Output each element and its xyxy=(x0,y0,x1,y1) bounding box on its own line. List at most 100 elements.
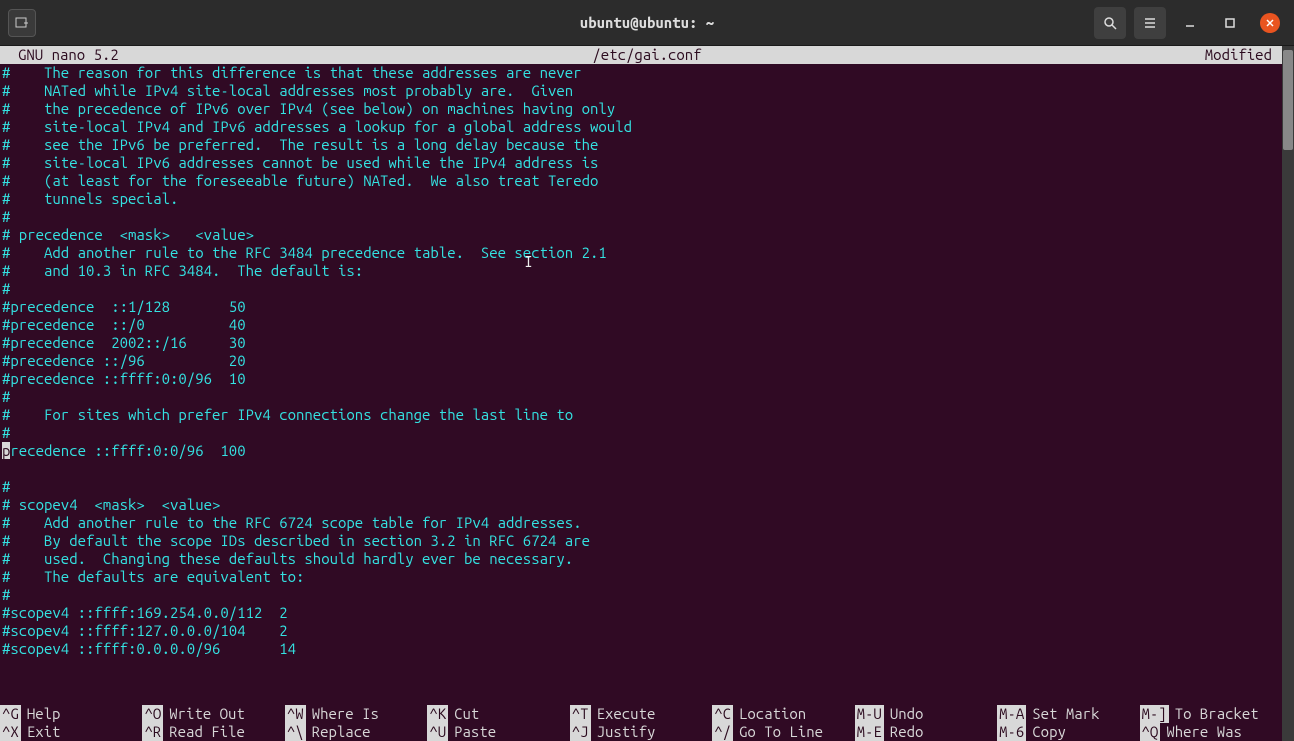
shortcut-key: ^\ xyxy=(285,723,306,741)
minimize-icon xyxy=(1184,17,1196,29)
shortcut-key: ^G xyxy=(0,705,21,723)
shortcut-label: Undo xyxy=(890,705,924,723)
shortcut-label: Redo xyxy=(890,723,924,741)
shortcut-key: ^/ xyxy=(712,723,733,741)
shortcut-item: M-E Redo xyxy=(855,723,997,741)
window-title: ubuntu@ubuntu: ~ xyxy=(580,14,714,31)
shortcut-label: Exit xyxy=(27,723,61,741)
nano-shortcuts: ^G Help ^O Write Out ^WWhere Is^K Cut ^TExecut… xyxy=(0,705,1282,741)
shortcut-item: ^U Paste xyxy=(427,723,569,741)
maximize-icon xyxy=(1224,17,1236,29)
shortcut-key: ^X xyxy=(0,723,21,741)
editor-line: # the precedence of IPv6 over IPv4 (see … xyxy=(0,100,1294,118)
shortcut-item: M-]To Bracket xyxy=(1140,705,1282,723)
new-tab-button[interactable] xyxy=(8,9,36,37)
editor-line: # Add another rule to the RFC 3484 prece… xyxy=(0,244,1294,262)
nano-status: Modified xyxy=(867,46,1294,64)
shortcut-item: ^/ Go To Line xyxy=(712,723,854,741)
scrollbar[interactable] xyxy=(1282,46,1294,741)
editor-line: # used. Changing these defaults should h… xyxy=(0,550,1294,568)
shortcut-key: ^R xyxy=(142,723,163,741)
shortcut-key: M-U xyxy=(855,705,884,723)
shortcut-label: Write Out xyxy=(169,705,245,723)
new-tab-icon xyxy=(14,15,30,31)
editor-line: #precedence ::1/128 50 xyxy=(0,298,1294,316)
shortcut-item: M-A Set Mark xyxy=(997,705,1139,723)
titlebar: ubuntu@ubuntu: ~ xyxy=(0,0,1294,46)
shortcut-item: ^G Help xyxy=(0,705,142,723)
close-button[interactable] xyxy=(1260,13,1280,33)
nano-version: GNU nano 5.2 xyxy=(0,46,427,64)
scrollbar-thumb[interactable] xyxy=(1283,50,1293,150)
shortcut-key: ^O xyxy=(142,705,163,723)
shortcut-label: Read File xyxy=(169,723,245,741)
shortcut-item: M-6 Copy xyxy=(997,723,1139,741)
shortcut-label: Replace xyxy=(312,723,371,741)
editor-line: # Add another rule to the RFC 6724 scope… xyxy=(0,514,1294,532)
shortcut-key: ^U xyxy=(427,723,448,741)
nano-filename: /etc/gai.conf xyxy=(427,46,867,64)
shortcut-label: Set Mark xyxy=(1032,705,1099,723)
shortcut-label: Go To Line xyxy=(739,723,823,741)
shortcut-item: ^K Cut xyxy=(427,705,569,723)
editor-line: # scopev4 <mask> <value> xyxy=(0,496,1294,514)
shortcut-item: ^\ Replace xyxy=(285,723,427,741)
editor-content[interactable]: # The reason for this difference is that… xyxy=(0,64,1294,658)
editor-line: #scopev4 ::ffff:127.0.0.0/104 2 xyxy=(0,622,1294,640)
shortcut-item: ^Q Where Was xyxy=(1140,723,1282,741)
text-cursor-icon: I xyxy=(524,253,533,271)
minimize-button[interactable] xyxy=(1180,13,1200,33)
editor-line: # By default the scope IDs described in … xyxy=(0,532,1294,550)
search-button[interactable] xyxy=(1094,7,1126,39)
shortcut-item: ^X Exit xyxy=(0,723,142,741)
shortcut-key: ^K xyxy=(427,705,448,723)
editor-line: # tunnels special. xyxy=(0,190,1294,208)
nano-header: GNU nano 5.2 /etc/gai.conf Modified xyxy=(0,46,1294,64)
shortcut-label: Location xyxy=(739,705,806,723)
shortcut-label: Justify xyxy=(597,723,656,741)
editor-line: #precedence 2002::/16 30 xyxy=(0,334,1294,352)
editor-line: # The reason for this difference is that… xyxy=(0,64,1294,82)
editor-line: # xyxy=(0,586,1294,604)
shortcut-label: Paste xyxy=(454,723,496,741)
shortcut-key: M-6 xyxy=(997,723,1026,741)
shortcut-label: Execute xyxy=(597,705,656,723)
editor-line: # xyxy=(0,478,1294,496)
editor-line: #precedence ::ffff:0:0/96 10 xyxy=(0,370,1294,388)
editor-line: # xyxy=(0,208,1294,226)
shortcut-label: Help xyxy=(27,705,61,723)
shortcut-label: Copy xyxy=(1032,723,1066,741)
terminal-area[interactable]: GNU nano 5.2 /etc/gai.conf Modified # Th… xyxy=(0,46,1294,741)
editor-line: # (at least for the foreseeable future) … xyxy=(0,172,1294,190)
shortcut-item: ^TExecute xyxy=(570,705,712,723)
editor-line: # For sites which prefer IPv4 connection… xyxy=(0,406,1294,424)
editor-line: #scopev4 ::ffff:169.254.0.0/112 2 xyxy=(0,604,1294,622)
hamburger-icon xyxy=(1142,15,1158,31)
shortcut-item: ^JJustify xyxy=(570,723,712,741)
editor-line xyxy=(0,460,1294,478)
search-icon xyxy=(1102,15,1118,31)
shortcut-item: ^C Location xyxy=(712,705,854,723)
shortcut-key: ^C xyxy=(712,705,733,723)
shortcut-item: ^WWhere Is xyxy=(285,705,427,723)
shortcut-key: M-] xyxy=(1140,705,1169,723)
editor-line: #scopev4 ::ffff:0.0.0.0/96 14 xyxy=(0,640,1294,658)
editor-line: # xyxy=(0,424,1294,442)
editor-line: # precedence <mask> <value> xyxy=(0,226,1294,244)
shortcut-key: M-A xyxy=(997,705,1026,723)
editor-line: # The defaults are equivalent to: xyxy=(0,568,1294,586)
hamburger-menu-button[interactable] xyxy=(1134,7,1166,39)
shortcut-item: M-U Undo xyxy=(855,705,997,723)
editor-line: # site-local IPv6 addresses cannot be us… xyxy=(0,154,1294,172)
shortcut-key: M-E xyxy=(855,723,884,741)
editor-line: #precedence ::/0 40 xyxy=(0,316,1294,334)
editor-line: # see the IPv6 be preferred. The result … xyxy=(0,136,1294,154)
editor-line: # xyxy=(0,388,1294,406)
shortcut-key: ^Q xyxy=(1140,723,1161,741)
shortcut-label: Cut xyxy=(454,705,479,723)
shortcut-item: ^R Read File xyxy=(142,723,284,741)
close-icon xyxy=(1265,18,1275,28)
shortcut-label: Where Was xyxy=(1166,723,1242,741)
editor-line: # NATed while IPv4 site-local addresses … xyxy=(0,82,1294,100)
maximize-button[interactable] xyxy=(1220,13,1240,33)
